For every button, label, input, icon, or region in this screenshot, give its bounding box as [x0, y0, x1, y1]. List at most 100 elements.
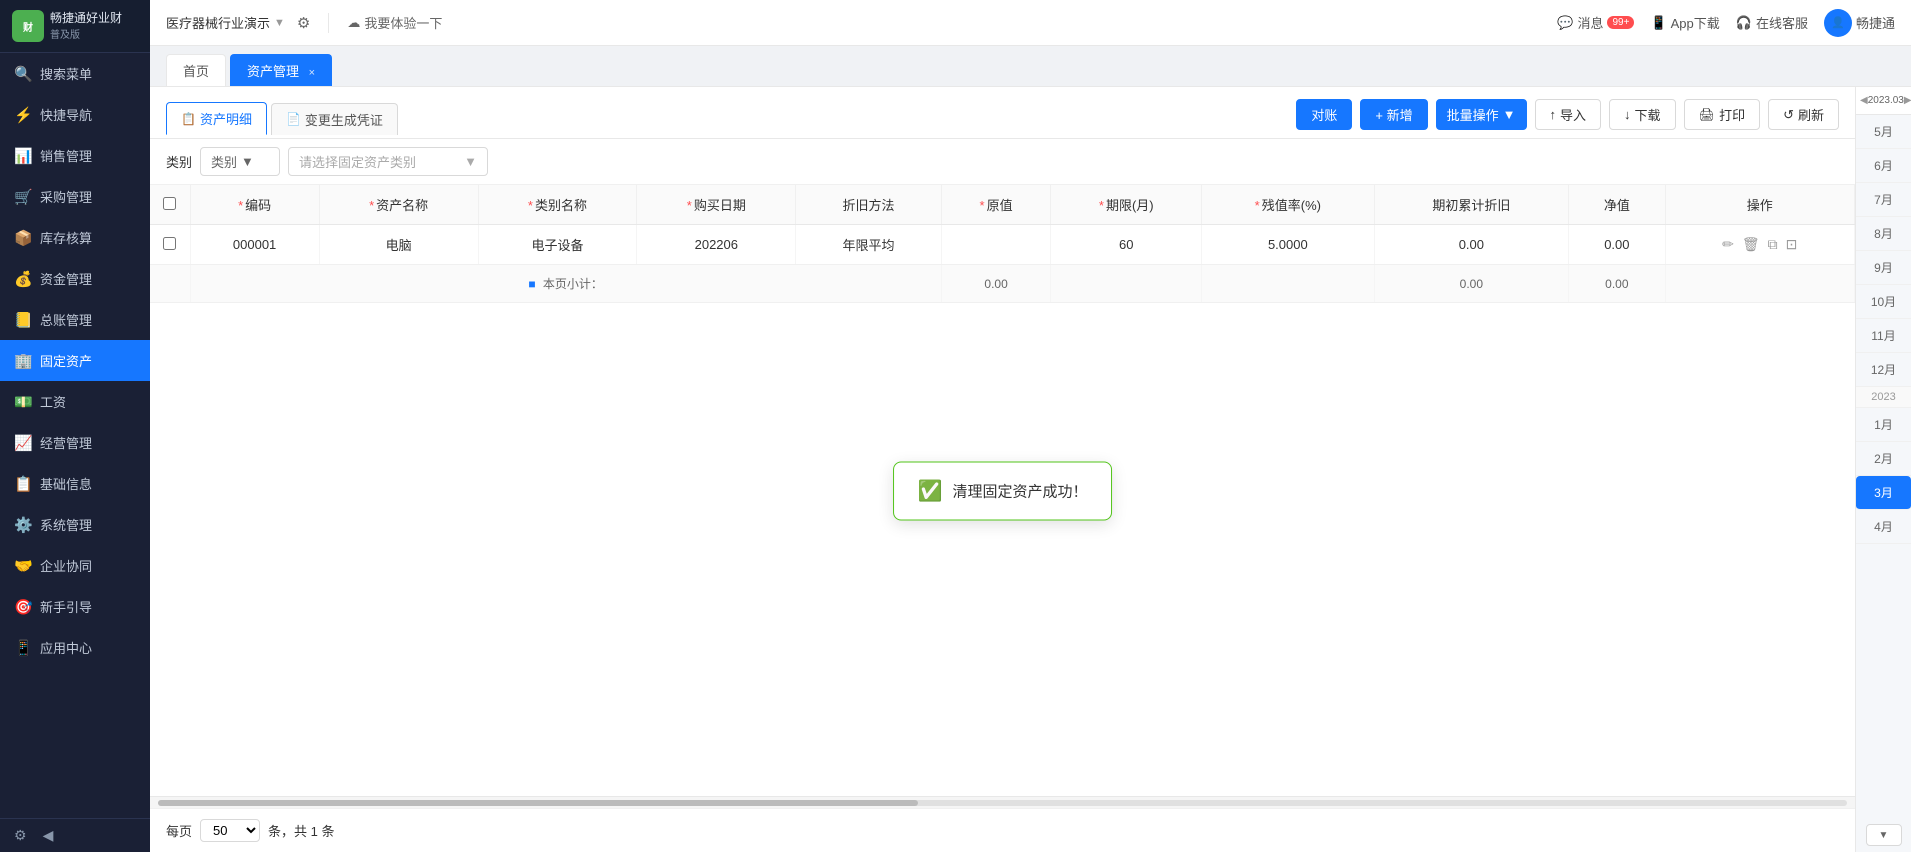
batch-ops-button[interactable]: 批量操作 ▼	[1436, 99, 1527, 130]
panel-next-arrow-icon[interactable]: ▶	[1904, 95, 1911, 106]
col-initial-accumulated: 期初累计折旧	[1374, 185, 1569, 225]
settings-icon[interactable]: ⚙	[14, 827, 27, 844]
sidebar-item-label: 应用中心	[40, 638, 92, 657]
row-period: 60	[1051, 225, 1202, 265]
toast-check-icon: ✅	[918, 478, 943, 503]
collapse-icon[interactable]: ◀	[43, 827, 54, 844]
sidebar-item-guide[interactable]: 🎯 新手引导	[0, 586, 150, 627]
payroll-icon: 💵	[14, 393, 32, 411]
asset-detail-tab-label: 资产明细	[200, 109, 252, 128]
delete-icon[interactable]: 🗑	[1742, 236, 1760, 253]
company-selector[interactable]: 医疗器械行业演示 ▼	[166, 13, 285, 32]
settings-gear-icon[interactable]: ⚙	[297, 14, 310, 32]
print-button[interactable]: 🖨 打印	[1684, 99, 1761, 130]
scroll-track	[158, 800, 1847, 806]
reconcile-button[interactable]: 对账	[1296, 99, 1352, 130]
sidebar-item-label: 资金管理	[40, 269, 92, 288]
sub-tab-gen-voucher[interactable]: 📄 变更生成凭证	[271, 103, 398, 135]
cal-month-6[interactable]: 6月	[1856, 149, 1911, 183]
service-icon: 🎧	[1736, 15, 1752, 31]
avatar: 👤	[1824, 9, 1852, 37]
download-button[interactable]: ↓ 下载	[1609, 99, 1676, 130]
assets-table: *编码 *资产名称 *类别名称 *购买日期 折旧方法 *原值 *期限(月) *残…	[150, 185, 1855, 303]
cal-month-11[interactable]: 11月	[1856, 319, 1911, 353]
guide-icon: 🎯	[14, 598, 32, 616]
cal-month-2[interactable]: 2月	[1856, 442, 1911, 476]
sidebar: 财 畅捷通好业财 普及版 🔍搜索菜单⚡快捷导航📊销售管理🛒采购管理📦库存核算💰资…	[0, 0, 150, 852]
sidebar-item-cooperation[interactable]: 🤝企业协同	[0, 545, 150, 586]
app-download-button[interactable]: 📱 App下载	[1650, 13, 1719, 32]
new-button[interactable]: + 新增	[1360, 99, 1427, 130]
print-icon: 🖨	[1699, 107, 1716, 123]
finance-icon: 💰	[14, 270, 32, 288]
copy-icon[interactable]: ⧉	[1768, 236, 1778, 253]
sidebar-item-sales[interactable]: 📊销售管理	[0, 135, 150, 176]
col-name: *资产名称	[319, 185, 478, 225]
panel-year-month: 2023.03	[1868, 95, 1904, 106]
cal-month-5[interactable]: 5月	[1856, 115, 1911, 149]
tab-home[interactable]: 首页	[166, 54, 226, 86]
filter-row: 类别 类别 ▼ 请选择固定资产类别 ▼	[150, 139, 1855, 185]
download-label: 下载	[1635, 105, 1661, 124]
cal-month-12[interactable]: 12月	[1856, 353, 1911, 387]
sidebar-item-label: 新手引导	[40, 597, 92, 616]
tab-asset-mgmt[interactable]: 资产管理 ×	[230, 54, 332, 86]
main-content: 📋 资产明细 📄 变更生成凭证 对账 + 新增 批量操作 ▼ ↑	[150, 87, 1855, 852]
message-button[interactable]: 💬 消息 99+	[1557, 13, 1634, 32]
edit-icon[interactable]: ✏	[1722, 236, 1734, 253]
sidebar-item-purchase[interactable]: 🛒采购管理	[0, 176, 150, 217]
sidebar-item-inventory[interactable]: 📦库存核算	[0, 217, 150, 258]
cal-month-3-current[interactable]: 3月	[1856, 476, 1911, 510]
select-all-checkbox[interactable]	[163, 197, 176, 210]
experience-button[interactable]: ☁ 我要体验一下	[347, 13, 442, 32]
category-value-arrow-icon: ▼	[464, 154, 477, 169]
import-icon: ↑	[1550, 107, 1557, 122]
panel-prev-arrow-icon[interactable]: ◀	[1860, 95, 1868, 106]
per-page-select[interactable]: 50 100 200	[200, 819, 260, 842]
sidebar-item-fixed-assets[interactable]: 🏢固定资产	[0, 340, 150, 381]
cal-month-8[interactable]: 8月	[1856, 217, 1911, 251]
sidebar-item-system[interactable]: ⚙️系统管理	[0, 504, 150, 545]
cal-month-1[interactable]: 1月	[1856, 408, 1911, 442]
per-page-label: 每页	[166, 821, 192, 840]
row-checkbox[interactable]	[163, 237, 176, 250]
cal-year-2023: 2023	[1856, 387, 1911, 408]
download-icon: ↓	[1624, 107, 1631, 122]
col-net-value: 净值	[1569, 185, 1665, 225]
sidebar-bottom: ⚙ ◀	[0, 818, 150, 852]
horizontal-scrollbar[interactable]	[150, 796, 1855, 808]
sidebar-item-operation[interactable]: 📈经营管理	[0, 422, 150, 463]
cal-month-10[interactable]: 10月	[1856, 285, 1911, 319]
batch-arrow-icon: ▼	[1503, 107, 1516, 122]
sidebar-item-ledger[interactable]: 📒总账管理	[0, 299, 150, 340]
more-icon[interactable]: ⊡	[1786, 236, 1798, 253]
cal-down-icon[interactable]: ▼	[1866, 824, 1902, 846]
row-initial-accumulated: 0.00	[1374, 225, 1569, 265]
sidebar-item-search[interactable]: 🔍搜索菜单	[0, 53, 150, 94]
subtotal-row: ■ 本页小计： 0.00 0.00 0.00	[150, 265, 1855, 303]
col-original-value: *原值	[941, 185, 1051, 225]
sidebar-item-payroll[interactable]: 💵工资	[0, 381, 150, 422]
app-center-icon: 📱	[14, 639, 32, 657]
sidebar-item-quick-nav[interactable]: ⚡快捷导航	[0, 94, 150, 135]
refresh-button[interactable]: ↺ 刷新	[1768, 99, 1839, 130]
gen-voucher-tab-label: 变更生成凭证	[305, 110, 383, 129]
sub-tab-asset-detail[interactable]: 📋 资产明细	[166, 102, 267, 135]
user-avatar-button[interactable]: 👤 畅捷通	[1824, 9, 1895, 37]
inventory-icon: 📦	[14, 229, 32, 247]
cal-month-9[interactable]: 9月	[1856, 251, 1911, 285]
category-value-select[interactable]: 请选择固定资产类别 ▼	[288, 147, 488, 176]
sidebar-item-finance[interactable]: 💰 资金管理	[0, 258, 150, 299]
sidebar-item-app-center[interactable]: 📱 应用中心	[0, 627, 150, 668]
col-actions: 操作	[1665, 185, 1854, 225]
app-download-label: App下载	[1671, 13, 1720, 32]
category-type-select[interactable]: 类别 ▼	[200, 147, 280, 176]
online-service-button[interactable]: 🎧 在线客服	[1736, 13, 1808, 32]
cal-month-4[interactable]: 4月	[1856, 510, 1911, 544]
import-button[interactable]: ↑ 导入	[1535, 99, 1602, 130]
tab-close-icon[interactable]: ×	[309, 67, 315, 79]
tab-home-label: 首页	[183, 64, 209, 79]
col-purchase-date: *购买日期	[637, 185, 796, 225]
cal-month-7[interactable]: 7月	[1856, 183, 1911, 217]
sidebar-item-basic-info[interactable]: 📋基础信息	[0, 463, 150, 504]
